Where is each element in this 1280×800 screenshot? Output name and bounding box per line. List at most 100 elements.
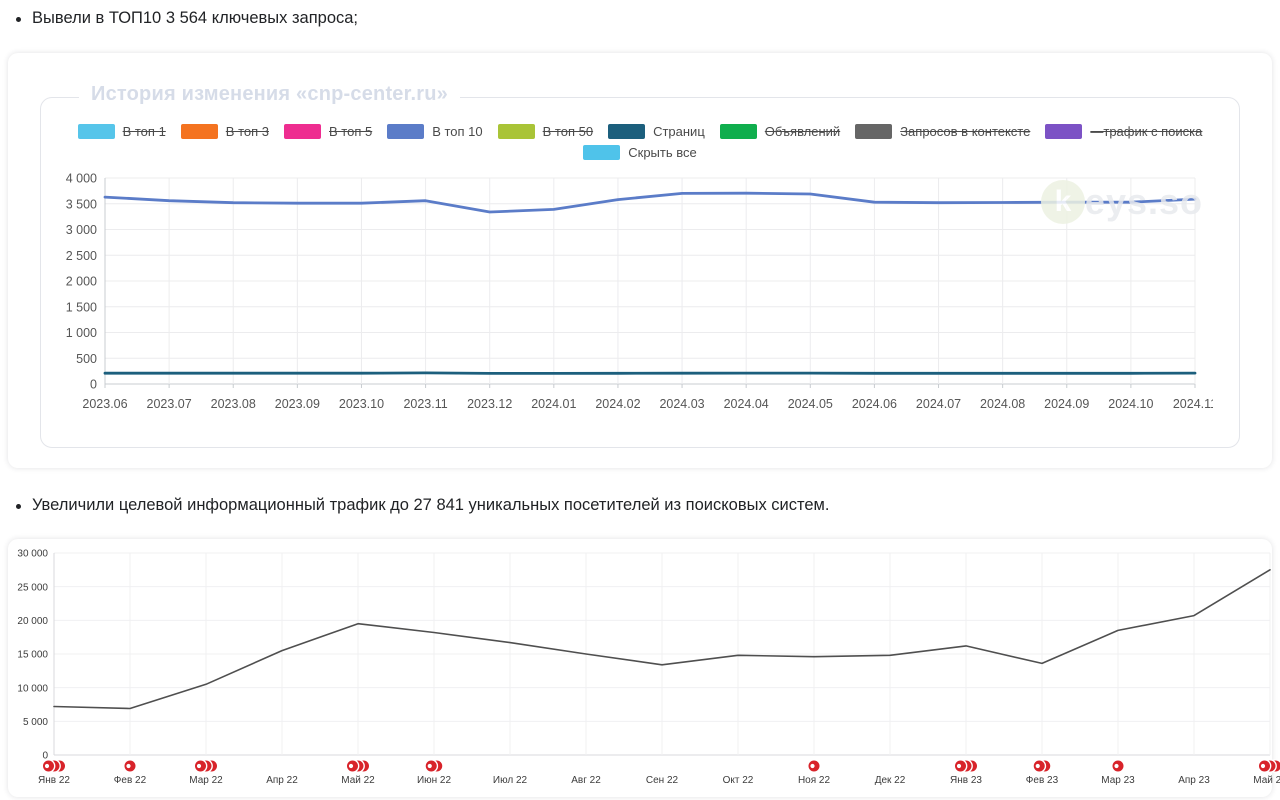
svg-text:2023.08: 2023.08 (211, 397, 256, 411)
svg-text:Ноя 22: Ноя 22 (798, 775, 831, 786)
bullet-text-top10: Вывели в ТОП10 3 564 ключевых запроса; (32, 9, 359, 27)
legend-label: Запросов в контексте (900, 124, 1031, 139)
svg-text:2024.09: 2024.09 (1044, 397, 1089, 411)
legend-swatch (180, 124, 218, 139)
svg-text:Авг 22: Авг 22 (571, 775, 601, 786)
svg-text:Апр 23: Апр 23 (1178, 775, 1210, 786)
history-card: История изменения «cnp-center.ru» В топ … (8, 53, 1272, 468)
svg-text:30 000: 30 000 (17, 549, 48, 560)
legend-swatch (497, 124, 535, 139)
svg-text:Окт 22: Окт 22 (723, 775, 754, 786)
chart-legend-hide-all: Скрыть все (49, 145, 1231, 160)
legend-item[interactable]: —трафик с поиска (1045, 124, 1202, 139)
legend-item[interactable]: В топ 3 (180, 124, 269, 139)
event-marker-icon[interactable] (1032, 759, 1052, 773)
event-marker-icon[interactable] (123, 759, 137, 773)
svg-text:2023.11: 2023.11 (403, 397, 447, 411)
legend-item[interactable]: В топ 5 (284, 124, 372, 139)
svg-text:Май 23: Май 23 (1253, 775, 1280, 786)
svg-text:Янв 22: Янв 22 (38, 775, 70, 786)
event-marker-icon[interactable] (807, 759, 821, 773)
report-page: { "page": { "bullet1": "Вывели в ТОП10 3… (0, 0, 1280, 800)
legend-swatch (719, 124, 757, 139)
svg-text:2024.05: 2024.05 (788, 397, 833, 411)
svg-text:15 000: 15 000 (17, 650, 48, 661)
legend-swatch (284, 124, 321, 139)
svg-text:2024.08: 2024.08 (980, 397, 1025, 411)
svg-text:1 500: 1 500 (66, 300, 97, 314)
svg-text:Июн 22: Июн 22 (417, 775, 452, 786)
bullet-item-top10: Вывели в ТОП10 3 564 ключевых запроса; (0, 0, 1280, 28)
legend-label: В топ 5 (329, 124, 373, 139)
svg-text:Мар 22: Мар 22 (189, 775, 223, 786)
svg-text:Сен 22: Сен 22 (646, 775, 679, 786)
svg-text:2024.06: 2024.06 (852, 397, 897, 411)
history-chart-box: История изменения «cnp-center.ru» В топ … (40, 83, 1240, 448)
legend-label: В топ 1 (122, 124, 166, 139)
svg-text:3 500: 3 500 (66, 197, 97, 211)
svg-text:1 000: 1 000 (66, 326, 97, 340)
legend-item[interactable]: В топ 1 (77, 124, 166, 139)
history-chart-title: История изменения «cnp-center.ru» (79, 83, 460, 106)
svg-text:3 000: 3 000 (66, 223, 97, 237)
legend-label: Скрыть все (628, 145, 697, 160)
bullet-item-traffic: Увеличили целевой информационный трафик … (0, 468, 1280, 515)
svg-text:2024.01: 2024.01 (531, 397, 576, 411)
legend-item[interactable]: В топ 10 (387, 124, 483, 139)
svg-text:5 000: 5 000 (23, 717, 48, 728)
legend-swatch (77, 124, 115, 139)
svg-text:2024.11: 2024.11 (1173, 397, 1213, 411)
legend-swatch (583, 145, 621, 160)
svg-text:2023.06: 2023.06 (82, 397, 127, 411)
legend-label: Страниц (653, 124, 705, 139)
svg-text:2024.10: 2024.10 (1108, 397, 1153, 411)
bullet-dot (16, 504, 21, 509)
legend-label: Объявлений (764, 124, 841, 139)
event-marker-icon[interactable] (953, 759, 979, 773)
event-marker-icon[interactable] (1111, 759, 1125, 773)
history-line-chart[interactable]: 0 500 1 000 1 500 2 000 2 500 3 000 3 500 4 000 2… (49, 166, 1213, 418)
legend-item[interactable]: Объявлений (719, 124, 841, 139)
legend-swatch (1045, 124, 1083, 139)
traffic-line-chart[interactable]: 05 00010 00015 00020 00025 00030 000Янв … (16, 545, 1280, 791)
event-marker-icon[interactable] (1257, 759, 1280, 773)
event-marker-icon[interactable] (424, 759, 444, 773)
svg-text:2024.02: 2024.02 (595, 397, 640, 411)
event-marker-icon[interactable] (345, 759, 371, 773)
svg-text:Июл 22: Июл 22 (493, 775, 528, 786)
legend-label: В топ 10 (432, 124, 483, 139)
legend-item[interactable]: Запросов в контексте (855, 124, 1030, 139)
event-marker-icon[interactable] (41, 759, 67, 773)
bullet-dot (16, 17, 21, 22)
legend-label: В топ 50 (542, 124, 594, 139)
legend-item[interactable]: Скрыть все (583, 145, 697, 160)
svg-text:2024.07: 2024.07 (916, 397, 961, 411)
svg-text:Фев 22: Фев 22 (114, 775, 147, 786)
svg-text:2024.03: 2024.03 (659, 397, 704, 411)
svg-text:2024.04: 2024.04 (724, 397, 769, 411)
traffic-card: 05 000 10 000 15 000 20 000 25 000 30 000 Янв … (8, 539, 1280, 797)
svg-text:2023.09: 2023.09 (275, 397, 320, 411)
legend-label: В топ 3 (225, 124, 269, 139)
svg-text:2023.07: 2023.07 (147, 397, 192, 411)
svg-text:Фев 23: Фев 23 (1026, 775, 1059, 786)
event-marker-icon[interactable] (193, 759, 219, 773)
legend-swatch (855, 124, 893, 139)
legend-swatch (387, 124, 425, 139)
svg-text:25 000: 25 000 (17, 582, 48, 593)
legend-item[interactable]: В топ 50 (497, 124, 594, 139)
svg-text:Май 22: Май 22 (341, 775, 375, 786)
chart-legend: В топ 1 В топ 3 В топ 5 В топ 10 В топ 50 Стр… (49, 124, 1231, 139)
bullet-text-traffic: Увеличили целевой информационный трафик … (32, 496, 830, 514)
svg-text:Дек 22: Дек 22 (875, 775, 906, 786)
legend-label: —трафик с поиска (1090, 124, 1203, 139)
svg-text:4 000: 4 000 (66, 172, 97, 186)
legend-item[interactable]: Страниц (608, 124, 705, 139)
svg-text:2 500: 2 500 (66, 249, 97, 263)
svg-text:0: 0 (90, 378, 97, 392)
svg-text:Янв 23: Янв 23 (950, 775, 982, 786)
svg-text:20 000: 20 000 (17, 616, 48, 627)
svg-text:10 000: 10 000 (17, 683, 48, 694)
svg-text:Мар 23: Мар 23 (1101, 775, 1135, 786)
svg-text:2 000: 2 000 (66, 275, 97, 289)
